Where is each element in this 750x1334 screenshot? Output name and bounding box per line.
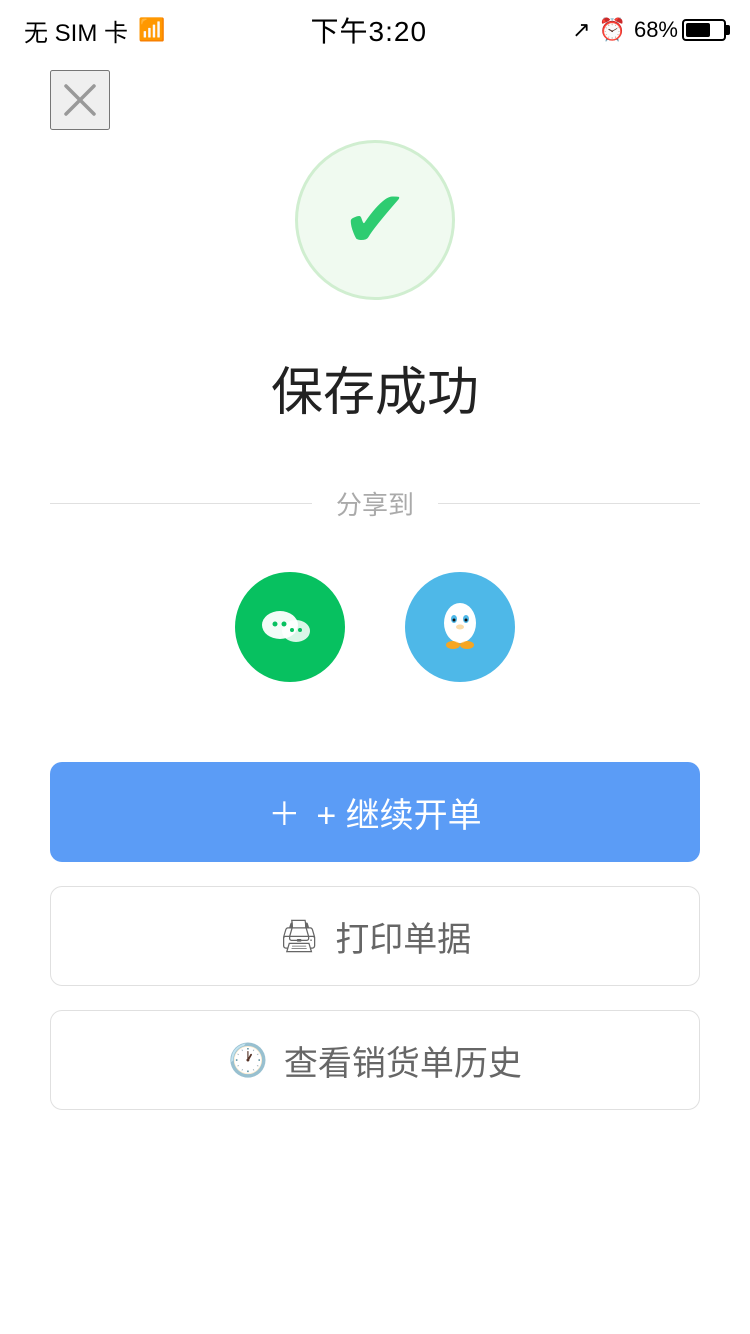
status-bar: 无 SIM 卡 📶 下午3:20 ↗ ⏰ 68% [0,0,750,60]
close-button[interactable] [50,70,110,130]
alarm-icon: ⏰ [599,17,626,43]
history-label: 查看销货单历史 [284,1036,522,1085]
continue-order-label: + 继续开单 [316,788,481,837]
location-icon: ↗ [572,17,590,43]
battery-fill [686,23,710,37]
history-button[interactable]: 🕐 查看销货单历史 [50,1010,700,1110]
qq-share-button[interactable] [405,572,515,682]
divider-line-left [50,503,312,504]
close-icon [62,82,98,118]
status-left: 无 SIM 卡 📶 [24,13,165,48]
action-buttons: ＋ + 继续开单 🖨 打印单据 🕐 查看销货单历史 [0,762,750,1110]
battery-percent: 68% [634,17,678,43]
print-button[interactable]: 🖨 打印单据 [50,886,700,986]
wifi-icon: 📶 [138,17,165,43]
print-label: 打印单据 [335,912,471,961]
wechat-logo-icon [258,595,322,659]
divider-line-right [438,503,700,504]
share-label: 分享到 [312,485,438,522]
print-icon: 🖨 [279,917,320,955]
success-circle: ✔ [295,140,455,300]
history-icon: 🕐 [228,1041,268,1079]
no-sim-text: 无 SIM 卡 [24,13,128,48]
share-divider: 分享到 [0,485,750,522]
plus-icon: ＋ [268,789,300,835]
main-content: ✔ 保存成功 分享到 [0,60,750,1110]
battery-indicator: 68% [634,17,726,43]
continue-order-button[interactable]: ＋ + 继续开单 [50,762,700,862]
status-right: ↗ ⏰ 68% [572,17,726,43]
battery-bar [682,19,726,41]
share-icons [235,572,515,682]
wechat-share-button[interactable] [235,572,345,682]
checkmark-icon: ✔ [341,180,408,260]
qq-logo-icon [428,595,492,659]
success-title: 保存成功 [271,350,479,425]
status-time: 下午3:20 [311,10,428,50]
